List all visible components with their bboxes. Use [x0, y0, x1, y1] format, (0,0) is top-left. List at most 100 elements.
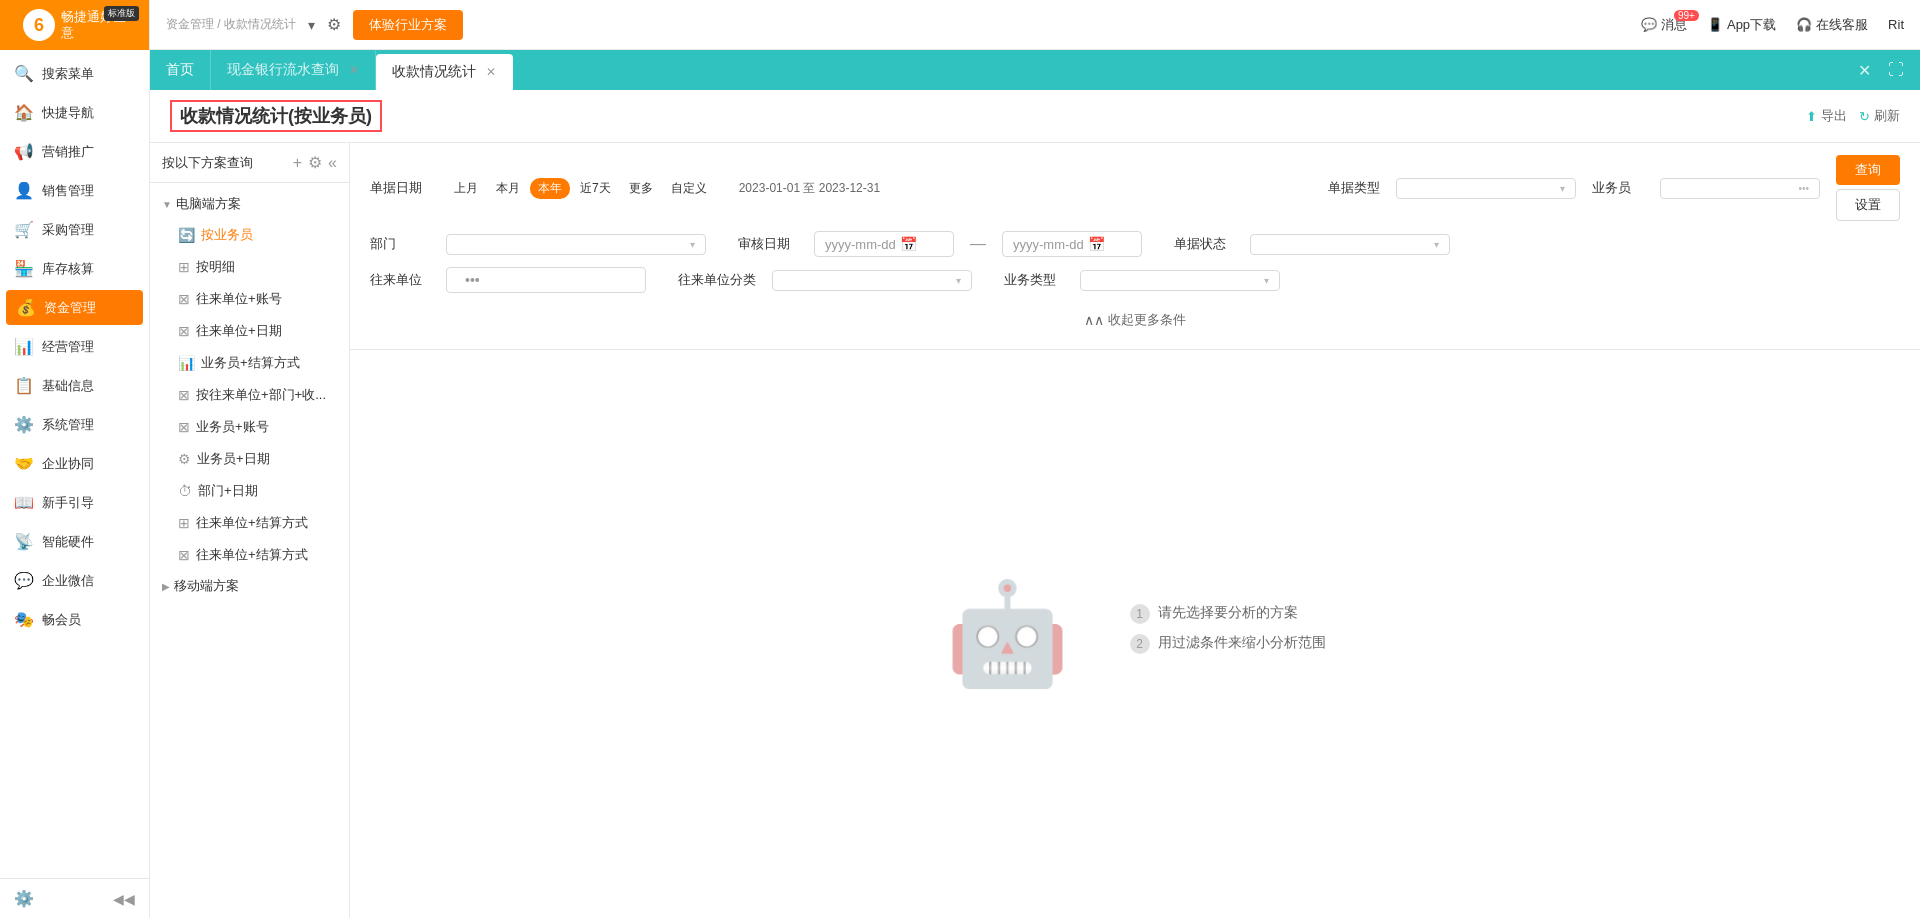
version-badge: 标准版: [104, 6, 139, 21]
review-date-label: 审核日期: [738, 235, 798, 253]
tree-item-label: 往来单位+日期: [196, 322, 282, 340]
header-gear-icon[interactable]: ⚙: [327, 15, 341, 34]
tree-item-counterpart-dept[interactable]: ⊠ 按往来单位+部门+收...: [150, 379, 349, 411]
sidebar-item-label: 企业协同: [42, 455, 94, 473]
user-label: Rit: [1888, 17, 1904, 32]
export-button[interactable]: ⬆ 导出: [1806, 107, 1847, 125]
sidebar-item-guide[interactable]: 📖 新手引导: [0, 483, 149, 522]
date-tab-this-year[interactable]: 本年: [530, 178, 570, 199]
left-panel-title: 按以下方案查询: [162, 154, 253, 172]
sidebar-item-hardware[interactable]: 📡 智能硬件: [0, 522, 149, 561]
date-tab-this-month[interactable]: 本月: [488, 178, 528, 199]
bank-tab-close-icon[interactable]: ✕: [349, 63, 359, 77]
counterpart-category-dropdown-icon: ▾: [956, 275, 961, 286]
online-service-button[interactable]: 🎧 在线客服: [1796, 16, 1868, 34]
tree-item-counterpart-date[interactable]: ⊠ 往来单位+日期: [150, 315, 349, 347]
tab-receipt[interactable]: 收款情况统计 ✕: [376, 54, 513, 90]
sidebar: 6 畅捷通好生 意 标准版 🔍 搜索菜单 🏠 快捷导航 📢 营销推广 👤 销售管…: [0, 0, 150, 918]
date-tab-more[interactable]: 更多: [621, 178, 661, 199]
step-1-text: 请先选择要分析的方案: [1158, 604, 1298, 622]
business-type-dropdown-icon: ▾: [1264, 275, 1269, 286]
counterpart-settlement1-icon: ⊞: [178, 515, 190, 531]
home-tab-label: 首页: [166, 61, 194, 79]
voucher-type-dropdown-icon: ▾: [1560, 183, 1565, 194]
tree-item-dept-date[interactable]: ⏱ 部门+日期: [150, 475, 349, 507]
receipt-tab-close-icon[interactable]: ✕: [486, 65, 496, 79]
dept-select[interactable]: ▾: [446, 234, 706, 255]
tree-item-salesman-account[interactable]: ⊠ 业务员+账号: [150, 411, 349, 443]
salesman-dropdown-icon: •••: [1798, 183, 1809, 194]
close-window-icon[interactable]: ✕: [1852, 58, 1876, 82]
calendar-end-icon[interactable]: 📅: [1088, 236, 1105, 252]
sidebar-item-quicknav[interactable]: 🏠 快捷导航: [0, 93, 149, 132]
counterpart-more-icon[interactable]: •••: [465, 272, 480, 288]
app-download-button[interactable]: 📱 App下载: [1707, 16, 1776, 34]
sidebar-nav: 🔍 搜索菜单 🏠 快捷导航 📢 营销推广 👤 销售管理 🛒 采购管理 🏪 库存核…: [0, 50, 149, 878]
empty-steps: 1 请先选择要分析的方案 2 用过滤条件来缩小分析范围: [1130, 604, 1326, 664]
sidebar-item-search[interactable]: 🔍 搜索菜单: [0, 54, 149, 93]
review-date-start-input[interactable]: yyyy-mm-dd 📅: [814, 231, 954, 257]
tree-item-counterpart-account[interactable]: ⊠ 往来单位+账号: [150, 283, 349, 315]
bank-tab-label: 现金银行流水查询: [227, 61, 339, 79]
counterpart-category-select[interactable]: ▾: [772, 270, 972, 291]
settings-button[interactable]: 设置: [1836, 189, 1900, 221]
mobile-group-header[interactable]: ▶ 移动端方案: [150, 571, 349, 601]
tree-item-by-salesman[interactable]: 🔄 按业务员: [150, 219, 349, 251]
date-tab-custom[interactable]: 自定义: [663, 178, 715, 199]
sidebar-collapse-icon[interactable]: ◀◀: [113, 891, 135, 907]
sidebar-item-wechat[interactable]: 💬 企业微信: [0, 561, 149, 600]
filter-row-2: 部门 ▾ 审核日期 yyyy-mm-dd 📅 — yyyy-mm-dd: [370, 231, 1900, 257]
header-left: 资金管理 / 收款情况统计 ▾ ⚙ 体验行业方案: [166, 10, 463, 40]
sidebar-item-system[interactable]: ⚙️ 系统管理: [0, 405, 149, 444]
date-tab-last-month[interactable]: 上月: [446, 178, 486, 199]
maximize-window-icon[interactable]: ⛶: [1884, 58, 1908, 82]
refresh-button[interactable]: ↻ 刷新: [1859, 107, 1900, 125]
calendar-start-icon[interactable]: 📅: [900, 236, 917, 252]
date-tab-last7[interactable]: 近7天: [572, 178, 619, 199]
sidebar-item-marketing[interactable]: 📢 营销推广: [0, 132, 149, 171]
tree-item-counterpart-settlement2[interactable]: ⊠ 往来单位+结算方式: [150, 539, 349, 571]
sidebar-item-basic[interactable]: 📋 基础信息: [0, 366, 149, 405]
header-dropdown-icon[interactable]: ▾: [308, 17, 315, 33]
chart-icon: 📊: [14, 337, 34, 356]
tree-item-salesman-date[interactable]: ⚙ 业务员+日期: [150, 443, 349, 475]
add-scheme-icon[interactable]: +: [293, 154, 302, 172]
collapse-panel-icon[interactable]: «: [328, 154, 337, 172]
pc-group-arrow-icon: ▼: [162, 199, 172, 210]
salesman-select[interactable]: •••: [1660, 178, 1820, 199]
review-date-end-input[interactable]: yyyy-mm-dd 📅: [1002, 231, 1142, 257]
tree-item-by-detail[interactable]: ⊞ 按明细: [150, 251, 349, 283]
sidebar-item-operation[interactable]: 📊 经营管理: [0, 327, 149, 366]
pc-group-header[interactable]: ▼ 电脑端方案: [150, 189, 349, 219]
sidebar-item-member[interactable]: 🎭 畅会员: [0, 600, 149, 639]
user-profile[interactable]: Rit: [1888, 17, 1904, 32]
tree-item-label: 业务员+账号: [196, 418, 269, 436]
collapse-more-button[interactable]: ∧∧ 收起更多条件: [370, 303, 1900, 337]
message-button[interactable]: 💬 消息 99+: [1641, 16, 1687, 34]
book-icon: 📖: [14, 493, 34, 512]
sidebar-item-purchase[interactable]: 🛒 采购管理: [0, 210, 149, 249]
business-type-select[interactable]: ▾: [1080, 270, 1280, 291]
tab-home[interactable]: 首页: [150, 50, 211, 90]
tab-bank[interactable]: 现金银行流水查询 ✕: [211, 50, 376, 90]
sidebar-item-label: 企业微信: [42, 572, 94, 590]
trial-button[interactable]: 体验行业方案: [353, 10, 463, 40]
sidebar-item-label: 基础信息: [42, 377, 94, 395]
scheme-settings-icon[interactable]: ⚙: [308, 153, 322, 172]
dept-dropdown-icon: ▾: [690, 239, 695, 250]
voucher-type-select[interactable]: ▾: [1396, 178, 1576, 199]
sidebar-item-inventory[interactable]: 🏪 库存核算: [0, 249, 149, 288]
sidebar-settings-icon[interactable]: ⚙️: [14, 889, 34, 908]
counterpart-input[interactable]: •••: [446, 267, 646, 293]
empty-step-1: 1 请先选择要分析的方案: [1130, 604, 1326, 624]
voucher-status-select[interactable]: ▾: [1250, 234, 1450, 255]
sidebar-item-sales[interactable]: 👤 销售管理: [0, 171, 149, 210]
tree-item-counterpart-settlement1[interactable]: ⊞ 往来单位+结算方式: [150, 507, 349, 539]
date-range-display: 2023-01-01 至 2023-12-31: [739, 180, 880, 197]
tree-section: ▼ 电脑端方案 🔄 按业务员 ⊞ 按明细 ⊠ 往来单位+账号: [150, 183, 349, 607]
sidebar-item-enterprise[interactable]: 🤝 企业协同: [0, 444, 149, 483]
query-button[interactable]: 查询: [1836, 155, 1900, 185]
tree-item-salesman-settlement[interactable]: 📊 业务员+结算方式: [150, 347, 349, 379]
salesman-label: 业务员: [1592, 179, 1652, 197]
sidebar-item-finance[interactable]: 💰 资金管理: [6, 290, 143, 325]
